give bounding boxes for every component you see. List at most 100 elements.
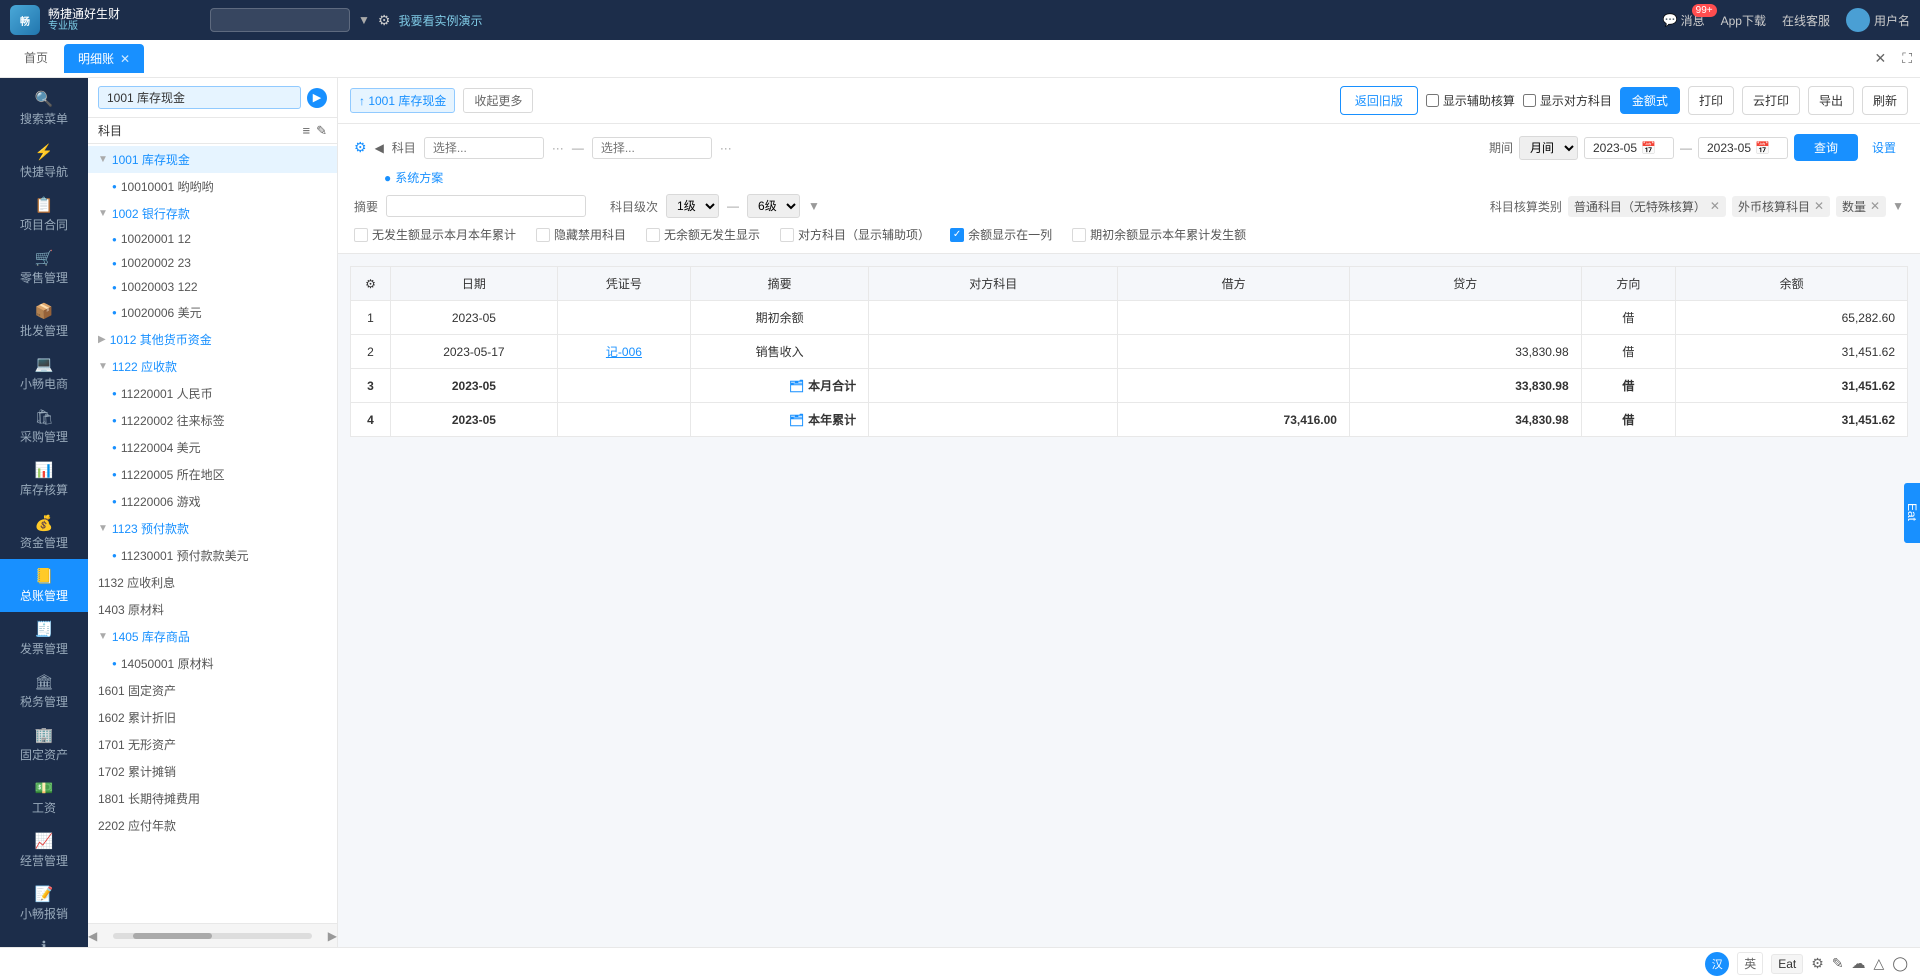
period-end-field[interactable]: 2023-05 📅	[1698, 137, 1788, 159]
subject-type-tag-close-1[interactable]: ✕	[1710, 199, 1720, 213]
level-to-select[interactable]: 6级5级4级	[747, 194, 800, 218]
topbar-user-info[interactable]: 用户名	[1846, 8, 1910, 32]
topbar-online-service[interactable]: 在线客服	[1782, 12, 1830, 29]
topbar-dropdown-arrow[interactable]: ▼	[358, 13, 370, 27]
tab-close-icon[interactable]: ✕	[120, 52, 130, 66]
status-item-triangle[interactable]: △	[1874, 955, 1885, 972]
refresh-btn[interactable]: 刷新	[1862, 86, 1908, 115]
tree-item-11220001[interactable]: ● 11220001 人民币	[88, 380, 337, 407]
status-item-switch[interactable]: 汉	[1705, 952, 1729, 976]
right-panel-toggle[interactable]: Eat	[1904, 483, 1920, 543]
subject-type-tag-2[interactable]: 外币核算科目 ✕	[1732, 196, 1830, 217]
tab-home[interactable]: 首页	[8, 40, 64, 77]
cb-initial-balance[interactable]: 期初余额显示本年累计发生额	[1072, 226, 1246, 243]
cb-hide-disabled[interactable]: 隐藏禁用科目	[536, 226, 626, 243]
tree-item-2202[interactable]: 2202 应付年款	[88, 812, 337, 839]
back-old-version-btn[interactable]: 返回旧版	[1340, 86, 1418, 115]
show-opposite-checkbox[interactable]: 显示对方科目	[1523, 92, 1612, 109]
topbar-gear-icon[interactable]: ⚙	[378, 12, 391, 29]
tree-item-1405[interactable]: ▼ 1405 库存商品	[88, 623, 337, 650]
show-aux-checkbox[interactable]: 显示辅助核算	[1426, 92, 1515, 109]
nav-item-tax[interactable]: 🏛 税务管理	[0, 665, 88, 718]
print-btn[interactable]: 打印	[1688, 86, 1734, 115]
tab-detail-account[interactable]: 明细账 ✕	[64, 44, 144, 73]
tree-item-11220002[interactable]: ● 11220002 往来标签	[88, 407, 337, 434]
level-from-select[interactable]: 1级2级3级	[666, 194, 719, 218]
cb-box-hide-disabled[interactable]	[536, 228, 550, 242]
tree-item-11220005[interactable]: ● 11220005 所在地区	[88, 461, 337, 488]
cb-balance-one-col[interactable]: ✓ 余额显示在一列	[950, 226, 1052, 243]
nav-item-expense[interactable]: 📝 小畅报销	[0, 877, 88, 930]
tree-item-1601[interactable]: 1601 固定资产	[88, 677, 337, 704]
tree-item-10010001[interactable]: ● 10010001 哟哟哟	[88, 173, 337, 200]
tree-item-1122[interactable]: ▼ 1122 应收款	[88, 353, 337, 380]
nav-item-basic[interactable]: ℹ 基础信息	[0, 930, 88, 947]
row-2-voucher[interactable]: 记-006	[557, 335, 690, 369]
nav-item-fixed-assets[interactable]: 🏢 固定资产	[0, 718, 88, 771]
status-item-cloud[interactable]: ☁	[1852, 955, 1866, 972]
cb-box-initial[interactable]	[1072, 228, 1086, 242]
tree-item-1132[interactable]: 1132 应收利息	[88, 569, 337, 596]
nav-item-funds[interactable]: 💰 资金管理	[0, 506, 88, 559]
cb-box-no-amount[interactable]	[354, 228, 368, 242]
account-edit-icon[interactable]: ✎	[316, 123, 327, 139]
tree-item-10020006[interactable]: ● 10020006 美元	[88, 299, 337, 326]
status-item-edit[interactable]: ✎	[1832, 955, 1844, 972]
tree-item-10020002[interactable]: ● 10020002 23	[88, 251, 337, 275]
subject-input[interactable]	[424, 137, 544, 159]
cb-no-amount[interactable]: 无发生额显示本月本年累计	[354, 226, 516, 243]
col-settings-icon[interactable]: ⚙	[365, 277, 376, 291]
subject-type-tag-close-2[interactable]: ✕	[1814, 199, 1824, 213]
nav-item-search[interactable]: 🔍 搜索菜单	[0, 82, 88, 135]
scroll-right-arrow[interactable]: ▶	[328, 929, 337, 943]
period-start-field[interactable]: 2023-05 📅	[1584, 137, 1674, 159]
cb-no-balance[interactable]: 无余额无发生显示	[646, 226, 760, 243]
level-dropdown-arrow[interactable]: ▼	[808, 199, 820, 213]
collapse-more-btn[interactable]: 收起更多	[463, 88, 533, 113]
subject-type-tag-1[interactable]: 普通科目（无特殊核算） ✕	[1568, 196, 1726, 217]
subject-dots-2[interactable]: ···	[720, 141, 732, 155]
status-item-circle[interactable]: ◯	[1892, 955, 1908, 972]
tree-item-11220006[interactable]: ● 11220006 游戏	[88, 488, 337, 515]
nav-item-ledger[interactable]: 📒 总账管理	[0, 559, 88, 612]
nav-item-purchase[interactable]: 🛍 采购管理	[0, 400, 88, 453]
topbar-demo-link[interactable]: 我要看实例演示	[398, 12, 482, 29]
tree-item-1801[interactable]: 1801 长期待摊费用	[88, 785, 337, 812]
search-btn[interactable]: 查询	[1794, 134, 1858, 161]
tree-item-14050001[interactable]: ● 14050001 原材料	[88, 650, 337, 677]
nav-item-inventory[interactable]: 📊 库存核算	[0, 453, 88, 506]
nav-item-ecommerce[interactable]: 💻 小畅电商	[0, 347, 88, 400]
system-scheme-link[interactable]: ● 系统方案	[384, 169, 443, 186]
tree-item-11230001[interactable]: ● 11230001 预付款款美元	[88, 542, 337, 569]
tree-item-11220004[interactable]: ● 11220004 美元	[88, 434, 337, 461]
cb-box-balance-one[interactable]: ✓	[950, 228, 964, 242]
subject-input-2[interactable]	[592, 137, 712, 159]
status-item-english[interactable]: 英	[1737, 952, 1763, 975]
nav-item-management[interactable]: 📈 经营管理	[0, 824, 88, 877]
nav-item-retail[interactable]: 🛒 零售管理	[0, 241, 88, 294]
status-item-eat[interactable]: Eat	[1771, 954, 1803, 974]
export-btn[interactable]: 导出	[1808, 86, 1854, 115]
nav-item-wholesale[interactable]: 📦 批发管理	[0, 294, 88, 347]
tabbar-close-btn[interactable]: ✕	[1866, 46, 1894, 71]
subject-dots[interactable]: ···	[552, 141, 564, 155]
cb-opposite-subject[interactable]: 对方科目（显示辅助项）	[780, 226, 930, 243]
topbar-message[interactable]: 💬 消息 99+	[1663, 12, 1705, 29]
period-type-select[interactable]: 月间	[1519, 136, 1578, 160]
subject-type-tag-3[interactable]: 数量 ✕	[1836, 196, 1886, 217]
tree-item-10020003[interactable]: ● 10020003 122	[88, 275, 337, 299]
nav-item-salary[interactable]: 💵 工资	[0, 771, 88, 824]
filter-collapse-arrow[interactable]: ◀	[375, 141, 384, 155]
tree-item-1012[interactable]: ▶ 1012 其他货币资金	[88, 326, 337, 353]
tree-item-1701[interactable]: 1701 无形资产	[88, 731, 337, 758]
cb-box-no-balance[interactable]	[646, 228, 660, 242]
nav-item-quick[interactable]: ⚡ 快捷导航	[0, 135, 88, 188]
format-dropdown-btn[interactable]: 金额式	[1620, 87, 1680, 114]
tree-item-10020001[interactable]: ● 10020001 12	[88, 227, 337, 251]
summary-input[interactable]	[386, 195, 586, 217]
filter-tag-account[interactable]: ↑ 1001 库存现金	[350, 88, 455, 113]
tabbar-expand-btn[interactable]: ⛶	[1894, 46, 1920, 71]
scroll-left-arrow[interactable]: ◀	[88, 929, 97, 943]
scheme-expand-icon[interactable]: ⚙	[354, 139, 367, 156]
settings-link-btn[interactable]: 设置	[1864, 134, 1904, 161]
